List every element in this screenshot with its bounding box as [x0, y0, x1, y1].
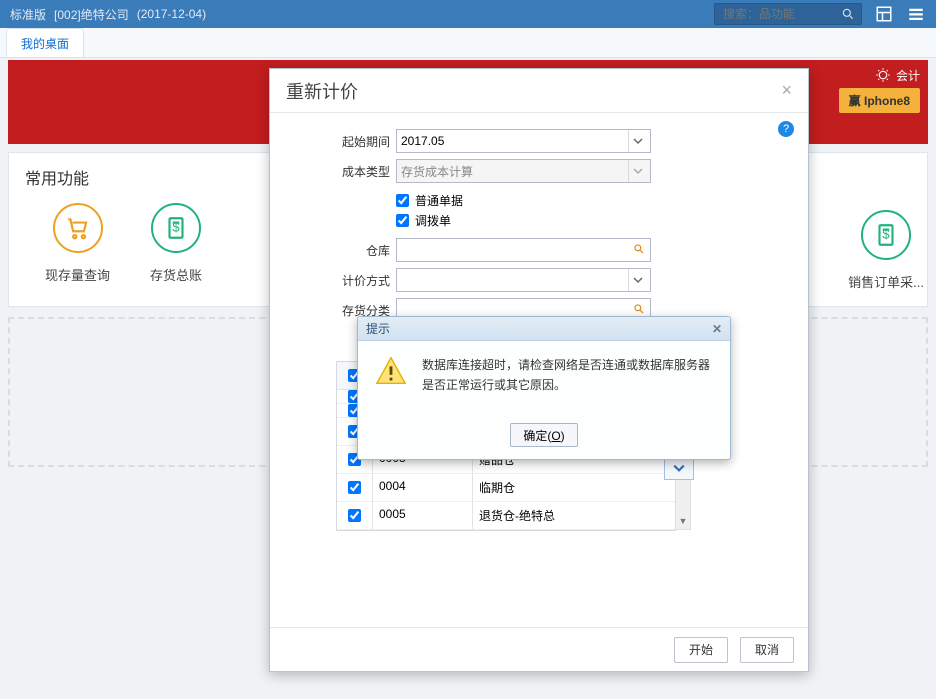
alert-message: 数据库连接超时，请检查网络是否连通或数据库服务器是否正常运行或其它原因。 [422, 355, 714, 417]
feature-label: 存货总账 [150, 265, 202, 284]
feature-sales-order[interactable]: $ 销售订单采... [848, 210, 924, 291]
warehouse-label: 仓库 [292, 242, 396, 259]
app-name: 标准版 [10, 6, 46, 23]
cancel-button[interactable]: 取消 [740, 637, 794, 663]
start-period-value: 2017.05 [401, 134, 444, 148]
chevron-down-icon[interactable] [628, 269, 646, 291]
global-search[interactable] [714, 3, 862, 25]
start-period-combobox[interactable]: 2017.05 [396, 129, 651, 153]
search-button[interactable] [835, 3, 861, 25]
brand-icon: 会计 [874, 66, 920, 84]
alert-body: 数据库连接超时，请检查网络是否连通或数据库服务器是否正常运行或其它原因。 [358, 341, 730, 423]
cart-icon [53, 203, 103, 253]
modal-footer: 开始 取消 [270, 627, 808, 671]
modal-header: 重新计价 × [270, 69, 808, 113]
brand-text: 会计 [896, 67, 920, 84]
row-check-cell [337, 502, 373, 529]
search-input[interactable] [715, 7, 835, 21]
promo-badge[interactable]: 赢 Iphone8 [839, 88, 920, 113]
warehouse-input[interactable] [396, 238, 651, 262]
doc-money-icon: $ [861, 210, 911, 260]
feature-stock-query[interactable]: 现存量查询 [45, 203, 110, 284]
row-checkbox[interactable] [348, 481, 361, 494]
chevron-down-icon[interactable] [628, 130, 646, 152]
row-code: 0005 [373, 502, 473, 529]
cost-type-combobox: 存货成本计算 [396, 159, 651, 183]
row-name: 临期仓 [473, 474, 675, 501]
header-left: 标准版 [002]绝特公司 (2017-12-04) [10, 6, 206, 23]
normal-doc-checkbox[interactable] [396, 194, 409, 207]
transfer-doc-label: 调拨单 [415, 212, 451, 229]
start-button[interactable]: 开始 [674, 637, 728, 663]
alert-dialog: 提示 ✕ 数据库连接超时，请检查网络是否连通或数据库服务器是否正常运行或其它原因… [357, 316, 731, 460]
start-period-label: 起始期间 [292, 133, 396, 150]
pricing-label: 计价方式 [292, 272, 396, 289]
row-check-cell [337, 474, 373, 501]
cost-type-label: 成本类型 [292, 163, 396, 180]
alert-footer: 确定(O) [358, 423, 730, 459]
pricing-combobox[interactable] [396, 268, 651, 292]
close-icon[interactable]: × [781, 80, 792, 101]
tab-desktop[interactable]: 我的桌面 [6, 28, 84, 57]
scroll-down-icon[interactable]: ▼ [676, 513, 690, 529]
close-icon[interactable]: ✕ [712, 322, 722, 336]
header-right [714, 3, 926, 25]
layout-icon[interactable] [874, 4, 894, 24]
header-date: (2017-12-04) [137, 7, 206, 21]
lookup-icon[interactable] [632, 242, 646, 259]
cost-type-value: 存货成本计算 [401, 163, 473, 180]
chevron-down-icon [628, 160, 646, 182]
alert-header: 提示 ✕ [358, 317, 730, 341]
feature-label: 现存量查询 [45, 265, 110, 284]
ok-button[interactable]: 确定(O) [510, 423, 577, 447]
doc-money-icon: $ [151, 203, 201, 253]
feature-label: 销售订单采... [848, 272, 924, 291]
normal-doc-label: 普通单据 [415, 192, 463, 209]
modal-title: 重新计价 [286, 78, 358, 104]
warning-icon [374, 355, 408, 417]
row-checkbox[interactable] [348, 509, 361, 522]
row-name: 退货仓-绝特总 [473, 502, 675, 529]
tab-bar: 我的桌面 [0, 28, 936, 58]
alert-title: 提示 [366, 320, 390, 337]
top-header: 标准版 [002]绝特公司 (2017-12-04) [0, 0, 936, 28]
banner-right: 会计 赢 Iphone8 [839, 66, 920, 113]
transfer-doc-checkbox[interactable] [396, 214, 409, 227]
tab-label: 我的桌面 [21, 35, 69, 52]
feature-inventory-ledger[interactable]: $ 存货总账 [150, 203, 202, 284]
ok-prefix: 确定( [523, 429, 551, 443]
table-row[interactable]: 0005退货仓-绝特总 [337, 502, 675, 530]
menu-icon[interactable] [906, 4, 926, 24]
table-row[interactable]: 0004临期仓 [337, 474, 675, 502]
ok-key: O [551, 429, 560, 443]
row-code: 0004 [373, 474, 473, 501]
ok-suffix: ) [561, 429, 565, 443]
org-code: [002]绝特公司 [54, 6, 129, 23]
